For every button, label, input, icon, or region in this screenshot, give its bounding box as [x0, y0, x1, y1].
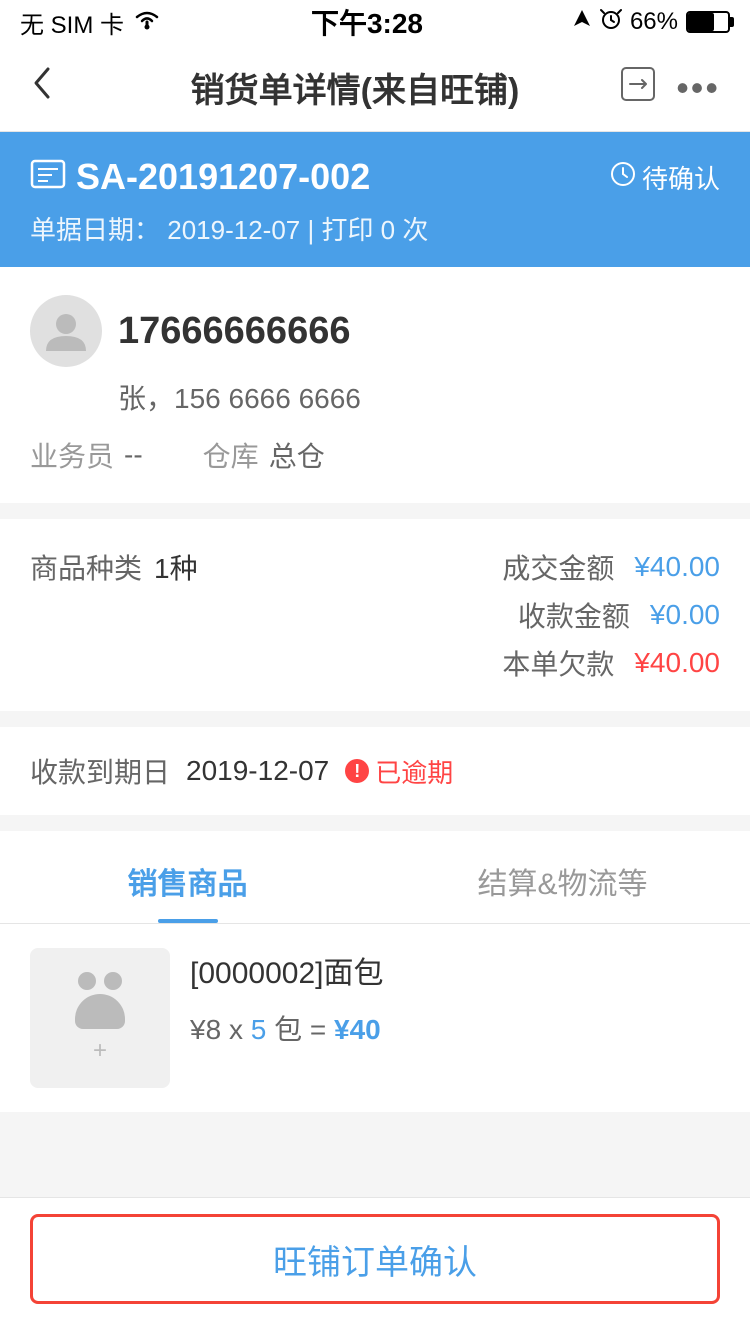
bottom-bar: 旺铺订单确认 — [0, 1197, 750, 1334]
order-date: 单据日期： 2019-12-07 | 打印 0 次 — [30, 210, 720, 247]
overdue-text: 已逾期 — [375, 753, 453, 790]
avatar — [30, 295, 102, 367]
customer-phone: 17666666666 — [118, 310, 350, 353]
nav-bar: 销货单详情(来自旺铺) ••• — [0, 44, 750, 132]
tab-underline — [158, 919, 218, 923]
more-icon[interactable]: ••• — [676, 67, 720, 109]
product-total: ¥40 — [334, 1014, 381, 1045]
order-header: SA-20191207-002 待确认 单据日期： 2019-12-07 | 打… — [0, 132, 750, 267]
owl-plus: + — [93, 1037, 107, 1065]
print-info: | 打印 0 次 — [307, 215, 428, 245]
order-icon — [30, 156, 66, 198]
status-text: 待确认 — [642, 159, 720, 196]
tab-sales-products[interactable]: 销售商品 — [0, 831, 375, 923]
share-icon[interactable] — [620, 66, 656, 109]
order-id: SA-20191207-002 — [30, 156, 370, 198]
sales-label: 业务员 — [30, 435, 114, 475]
summary-section: 商品种类 1种 成交金额 ¥40.00 收款金额 ¥0.00 本单欠款 ¥40.… — [0, 519, 750, 711]
warehouse-meta: 仓库 总仓 — [203, 435, 325, 475]
tabs-section: 销售商品 结算&物流等 — [0, 831, 750, 924]
received-value: ¥0.00 — [650, 599, 720, 631]
product-price: ¥8 — [190, 1014, 221, 1045]
sales-value: -- — [124, 439, 143, 471]
owed-value: ¥40.00 — [634, 647, 720, 679]
customer-section: 17666666666 张，156 6666 6666 业务员 -- 仓库 总仓 — [0, 267, 750, 503]
status-bar-right: 66% — [572, 8, 730, 37]
equals-symbol: = — [310, 1014, 334, 1045]
status-bar: 无 SIM 卡 下午3:28 66% — [0, 0, 750, 44]
amount-value: ¥40.00 — [634, 551, 720, 583]
confirm-button[interactable]: 旺铺订单确认 — [30, 1214, 720, 1304]
product-image: + — [30, 948, 170, 1088]
warehouse-value: 总仓 — [269, 435, 325, 475]
clock-icon — [610, 161, 636, 194]
overdue-dot-icon: ! — [345, 759, 369, 783]
product-name: [0000002]面包 — [190, 948, 720, 992]
nav-actions: ••• — [620, 66, 720, 109]
page-title: 销货单详情(来自旺铺) — [90, 63, 620, 112]
customer-name: 张，156 6666 6666 — [118, 377, 720, 417]
order-id-row: SA-20191207-002 待确认 — [30, 156, 720, 198]
warehouse-label: 仓库 — [203, 435, 259, 475]
due-label: 收款到期日 — [30, 751, 170, 791]
amount-row: 成交金额 ¥40.00 — [502, 547, 720, 587]
battery-text: 66% — [630, 8, 678, 36]
product-type-label: 商品种类 — [30, 547, 142, 587]
product-qty: 5 — [251, 1014, 267, 1045]
order-id-text: SA-20191207-002 — [76, 156, 370, 198]
date-value: 2019-12-07 — [167, 215, 300, 245]
product-unit: 包 — [274, 1014, 302, 1045]
owed-label: 本单欠款 — [502, 643, 614, 683]
status-bar-left: 无 SIM 卡 — [20, 5, 162, 40]
location-icon — [572, 8, 592, 37]
owl-eyes — [78, 972, 122, 990]
owl-eye-left — [78, 972, 96, 990]
product-type-value: 1种 — [154, 547, 198, 587]
owl-body — [75, 994, 125, 1029]
summary-left: 商品种类 1种 — [30, 547, 198, 587]
back-button[interactable] — [30, 63, 90, 112]
overdue-badge: ! 已逾期 — [345, 753, 453, 790]
owed-row: 本单欠款 ¥40.00 — [502, 643, 720, 683]
status-bar-time: 下午3:28 — [311, 2, 423, 42]
customer-row: 17666666666 — [30, 295, 720, 367]
tab-settlement-label: 结算&物流等 — [477, 868, 647, 901]
received-label: 收款金额 — [518, 595, 630, 635]
multiply-symbol: x — [229, 1014, 251, 1045]
due-date-value: 2019-12-07 — [186, 755, 329, 787]
battery-icon — [686, 11, 730, 33]
date-label: 单据日期： — [30, 215, 160, 245]
received-row: 收款金额 ¥0.00 — [518, 595, 720, 635]
order-status: 待确认 — [610, 159, 720, 196]
customer-meta: 业务员 -- 仓库 总仓 — [30, 435, 720, 475]
tab-settlement[interactable]: 结算&物流等 — [375, 831, 750, 923]
product-list: + [0000002]面包 ¥8 x 5 包 = ¥40 — [0, 924, 750, 1112]
product-logo: + — [75, 972, 125, 1065]
owl-eye-right — [104, 972, 122, 990]
due-section: 收款到期日 2019-12-07 ! 已逾期 — [0, 727, 750, 815]
sales-meta: 业务员 -- — [30, 435, 143, 475]
summary-right: 成交金额 ¥40.00 收款金额 ¥0.00 本单欠款 ¥40.00 — [502, 547, 720, 683]
summary-row: 商品种类 1种 成交金额 ¥40.00 收款金额 ¥0.00 本单欠款 ¥40.… — [30, 547, 720, 683]
wifi-icon — [132, 8, 162, 37]
alarm-icon — [600, 8, 622, 37]
tab-sales-label: 销售商品 — [128, 868, 248, 901]
carrier-text: 无 SIM 卡 — [20, 5, 124, 40]
amount-label: 成交金额 — [502, 547, 614, 587]
product-info: [0000002]面包 ¥8 x 5 包 = ¥40 — [190, 948, 720, 1048]
product-price-row: ¥8 x 5 包 = ¥40 — [190, 1008, 720, 1048]
